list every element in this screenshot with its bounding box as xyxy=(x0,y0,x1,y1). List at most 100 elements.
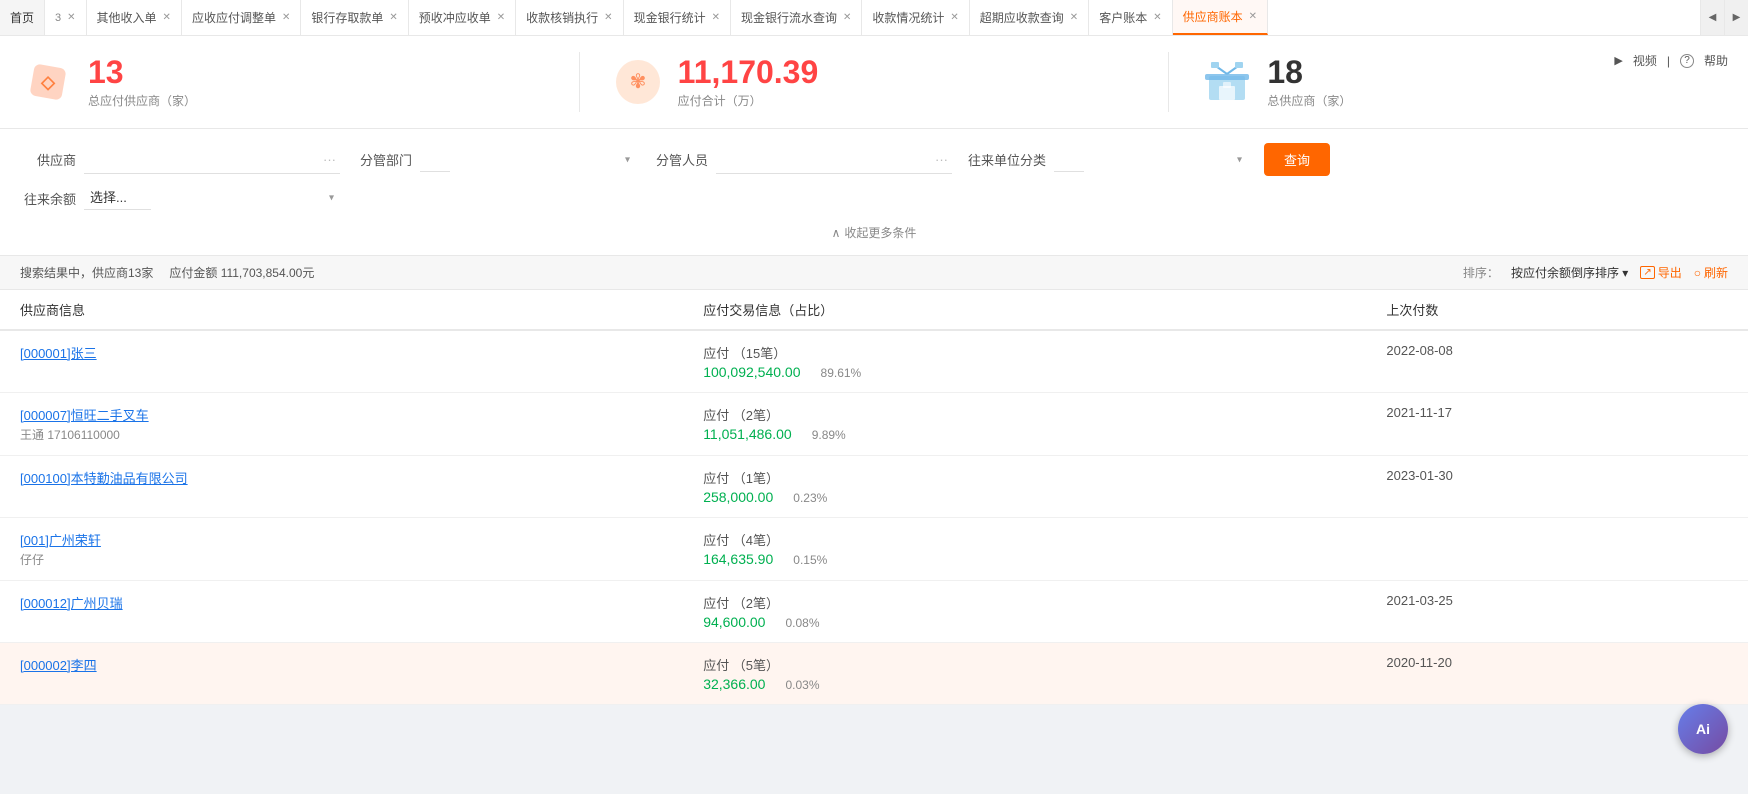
payable-info-cell: 应付 （2笔） 11,051,486.00 9.89% xyxy=(703,405,1386,442)
filter-person-input[interactable] xyxy=(720,148,935,171)
nav-item-overdue-query[interactable]: 超期应收款查询 ✕ xyxy=(970,0,1089,35)
nav-item-customer-ledger[interactable]: 客户账本 ✕ xyxy=(1089,0,1172,35)
nav-close-customer-ledger[interactable]: ✕ xyxy=(1153,12,1161,23)
supplier-info-cell: [000012]广州贝瑞 xyxy=(20,593,703,612)
nav-label-customer-ledger: 客户账本 xyxy=(1099,9,1147,26)
sort-value-text: 按应付余额倒序排序 xyxy=(1511,266,1619,280)
nav-bar: 首页 3 ✕ 其他收入单 ✕ 应收应付调整单 ✕ 银行存取款单 ✕ 预收冲应收单… xyxy=(0,0,1748,36)
nav-item-3[interactable]: 3 ✕ xyxy=(45,0,87,35)
payable-info-cell: 应付 （2笔） 94,600.00 0.08% xyxy=(703,593,1386,630)
payable-amount: 164,635.90 xyxy=(703,551,773,567)
sort-value[interactable]: 按应付余额倒序排序 ▾ xyxy=(1511,264,1628,281)
payable-count: 应付 （4笔） xyxy=(703,530,1386,549)
nav-item-ar-ap-adjust[interactable]: 应收应付调整单 ✕ xyxy=(182,0,301,35)
filter-person-label: 分管人员 xyxy=(652,150,708,169)
nav-item-home[interactable]: 首页 xyxy=(0,0,45,35)
supplier-info-cell: [001]广州荣轩 仔仔 xyxy=(20,530,703,568)
nav-item-collection-exec[interactable]: 收款核销执行 ✕ xyxy=(516,0,623,35)
payable-pct: 0.15% xyxy=(793,553,827,567)
supplier-link[interactable]: [000100]本特勤油品有限公司 xyxy=(20,471,188,486)
filter-person-input-wrap: ··· xyxy=(716,146,952,174)
nav-item-other-income[interactable]: 其他收入单 ✕ xyxy=(87,0,182,35)
nav-close-bank-deposit[interactable]: ✕ xyxy=(389,12,397,23)
filter-area: 供应商 ··· 分管部门 分管人员 ··· 往来单位分类 xyxy=(0,129,1748,256)
table-container: 供应商信息 应付交易信息（占比） 上次付数 [000001]张三 应付 （15笔… xyxy=(0,290,1748,705)
svg-text:✾: ✾ xyxy=(629,71,646,93)
stat-number-payable-suppliers: 13 xyxy=(88,56,196,88)
payable-count: 应付 （5笔） xyxy=(703,655,1386,674)
supplier-link[interactable]: [000002]李四 xyxy=(20,658,97,673)
filter-dept-select[interactable] xyxy=(420,148,450,172)
nav-close-overdue-query[interactable]: ✕ xyxy=(1070,12,1078,23)
help-video-label[interactable]: 视频 xyxy=(1633,52,1657,69)
stat-label-payable-total: 应付合计（万） xyxy=(678,92,819,109)
nav-item-supplier-ledger[interactable]: 供应商账本 ✕ xyxy=(1173,0,1268,35)
filter-supplier-input[interactable] xyxy=(88,148,323,171)
last-pay-cell: 2023-01-30 xyxy=(1386,468,1728,483)
last-pay-date: 2022-08-08 xyxy=(1386,343,1453,358)
help-label[interactable]: 帮助 xyxy=(1704,52,1728,69)
payable-row: 258,000.00 0.23% xyxy=(703,487,1386,505)
nav-item-advance-offset[interactable]: 预收冲应收单 ✕ xyxy=(409,0,516,35)
collapse-button[interactable]: ∧ 收起更多条件 xyxy=(20,220,1728,245)
nav-close-cash-bank-stat[interactable]: ✕ xyxy=(712,12,720,23)
filter-person: 分管人员 ··· xyxy=(652,146,952,174)
last-pay-date: 2021-11-17 xyxy=(1386,405,1452,420)
payable-row: 94,600.00 0.08% xyxy=(703,612,1386,630)
search-button[interactable]: 查询 xyxy=(1264,143,1330,176)
export-label: 导出 xyxy=(1658,264,1682,281)
stat-number-payable-total: 11,170.39 xyxy=(678,56,819,88)
payable-info-cell: 应付 （15笔） 100,092,540.00 89.61% xyxy=(703,343,1386,380)
supplier-link[interactable]: [000012]广州贝瑞 xyxy=(20,596,123,611)
filter-balance-label: 往来余额 xyxy=(20,189,76,208)
payable-info-cell: 应付 （1笔） 258,000.00 0.23% xyxy=(703,468,1386,505)
filter-category-select-wrap xyxy=(1054,148,1248,172)
filter-dept-select-wrap xyxy=(420,148,636,172)
table-row: [000002]李四 应付 （5笔） 32,366.00 0.03% 2020-… xyxy=(0,643,1748,705)
filter-dept: 分管部门 xyxy=(356,148,636,172)
nav-item-cash-bank-flow[interactable]: 现金银行流水查询 ✕ xyxy=(731,0,862,35)
ai-button[interactable]: Ai xyxy=(1678,704,1728,754)
filter-row-1: 供应商 ··· 分管部门 分管人员 ··· 往来单位分类 xyxy=(20,143,1728,176)
stat-icon-wheat: ✾ xyxy=(610,54,666,110)
filter-supplier-dots: ··· xyxy=(323,152,336,167)
refresh-button[interactable]: ○ 刷新 xyxy=(1694,264,1728,281)
table-row: [000100]本特勤油品有限公司 应付 （1笔） 258,000.00 0.2… xyxy=(0,456,1748,518)
nav-label-overdue-query: 超期应收款查询 xyxy=(980,9,1064,26)
nav-label-other-income: 其他收入单 xyxy=(97,9,157,26)
nav-close-cash-bank-flow[interactable]: ✕ xyxy=(843,12,851,23)
supplier-link[interactable]: [000007]恒旺二手叉车 xyxy=(20,408,149,423)
last-pay-cell: 2020-11-20 xyxy=(1386,655,1728,670)
nav-close-advance-offset[interactable]: ✕ xyxy=(497,12,505,23)
payable-amount: 100,092,540.00 xyxy=(703,364,800,380)
payable-pct: 0.03% xyxy=(785,678,819,692)
video-icon: ▶ xyxy=(1614,54,1622,67)
collapse-icon: ∧ xyxy=(832,226,841,240)
nav-item-cash-bank-stat[interactable]: 现金银行统计 ✕ xyxy=(624,0,731,35)
last-pay-date: 2021-03-25 xyxy=(1386,593,1453,608)
filter-supplier-input-wrap: ··· xyxy=(84,146,340,174)
nav-close-collection-exec[interactable]: ✕ xyxy=(604,12,612,23)
stat-text-block1: 13 总应付供应商（家） xyxy=(88,56,196,109)
supplier-link[interactable]: [001]广州荣轩 xyxy=(20,533,101,548)
result-bar-right: 排序： 按应付余额倒序排序 ▾ ↗ 导出 ○ 刷新 xyxy=(1463,264,1728,281)
payable-amount: 11,051,486.00 xyxy=(703,426,792,442)
filter-balance-select-wrap: 选择... xyxy=(84,186,340,210)
nav-close-ar-ap-adjust[interactable]: ✕ xyxy=(282,12,290,23)
nav-item-bank-deposit[interactable]: 银行存取款单 ✕ xyxy=(301,0,408,35)
nav-close-collection-stat[interactable]: ✕ xyxy=(950,12,958,23)
supplier-link[interactable]: [000001]张三 xyxy=(20,346,97,361)
nav-close-other-income[interactable]: ✕ xyxy=(163,12,171,23)
collapse-area: ∧ 收起更多条件 xyxy=(20,220,1728,245)
nav-item-collection-stat[interactable]: 收款情况统计 ✕ xyxy=(862,0,969,35)
nav-arrow-left[interactable]: ◀ xyxy=(1700,0,1724,36)
filter-supplier-label: 供应商 xyxy=(20,150,76,169)
nav-close-supplier-ledger[interactable]: ✕ xyxy=(1249,11,1257,22)
nav-close-3[interactable]: ✕ xyxy=(67,12,75,23)
nav-arrow-right[interactable]: ▶ xyxy=(1724,0,1748,36)
payable-row: 100,092,540.00 89.61% xyxy=(703,362,1386,380)
filter-category-select[interactable] xyxy=(1054,148,1084,172)
stat-divider-1 xyxy=(579,52,580,112)
filter-balance-select[interactable]: 选择... xyxy=(84,186,151,210)
export-button[interactable]: ↗ 导出 xyxy=(1640,264,1681,281)
